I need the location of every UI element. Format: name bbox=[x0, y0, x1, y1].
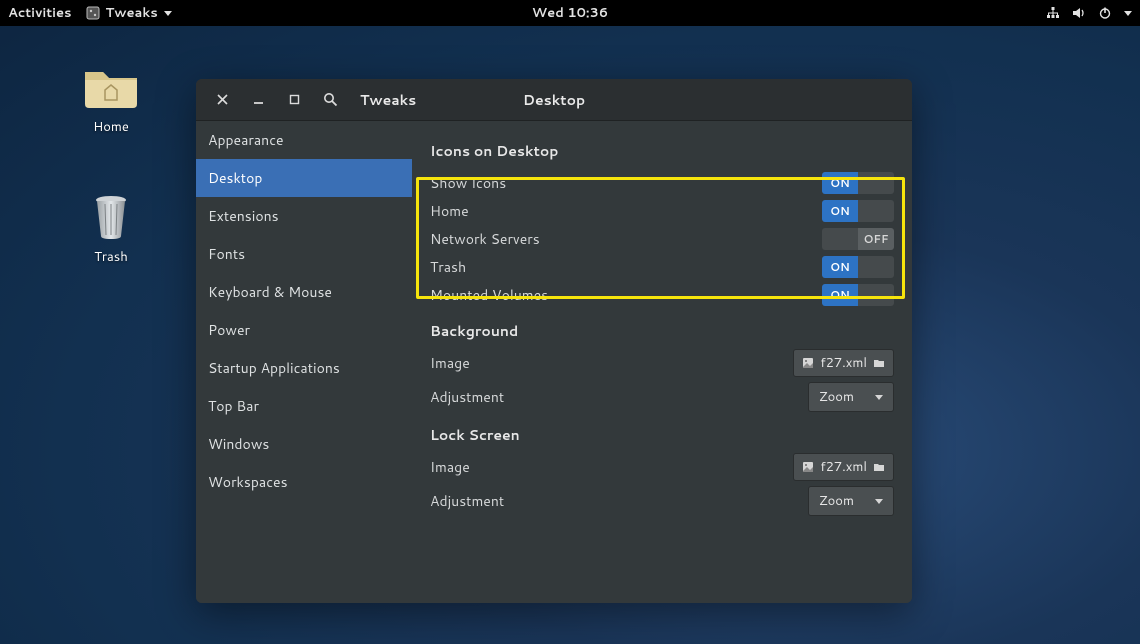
setting-row: Mounted VolumesON bbox=[430, 281, 894, 309]
network-icon bbox=[1046, 6, 1060, 20]
toggle-switch[interactable]: ON bbox=[822, 172, 894, 194]
sidebar-item-fonts[interactable]: Fonts bbox=[196, 235, 412, 273]
ls-image-filename: f27.xml bbox=[820, 458, 867, 476]
sidebar: AppearanceDesktopExtensionsFontsKeyboard… bbox=[196, 121, 412, 603]
setting-row: TrashON bbox=[430, 253, 894, 281]
sidebar-item-desktop[interactable]: Desktop bbox=[196, 159, 412, 197]
app-menu-label: Tweaks bbox=[106, 4, 158, 22]
bg-adjust-select[interactable]: Zoom bbox=[808, 382, 894, 412]
setting-row: Network ServersOFF bbox=[430, 225, 894, 253]
setting-row: HomeON bbox=[430, 197, 894, 225]
bg-image-button[interactable]: f27.xml bbox=[793, 349, 894, 377]
gnome-topbar: Activities Tweaks Wed 10:36 bbox=[0, 0, 1140, 26]
activities-button[interactable]: Activities bbox=[8, 4, 72, 22]
open-folder-icon bbox=[873, 357, 885, 369]
ls-image-button[interactable]: f27.xml bbox=[793, 453, 894, 481]
sidebar-item-keyboard-mouse[interactable]: Keyboard & Mouse bbox=[196, 273, 412, 311]
setting-label: Trash bbox=[430, 257, 822, 277]
page-title: Desktop bbox=[523, 90, 585, 110]
close-icon bbox=[217, 94, 228, 105]
app-title: Tweaks bbox=[360, 90, 416, 110]
file-image-icon bbox=[802, 461, 814, 473]
minimize-icon bbox=[253, 94, 264, 105]
power-icon bbox=[1098, 6, 1112, 20]
toggle-switch[interactable]: ON bbox=[822, 256, 894, 278]
sidebar-item-power[interactable]: Power bbox=[196, 311, 412, 349]
ls-adjust-label: Adjustment bbox=[430, 491, 808, 511]
titlebar: Tweaks Desktop bbox=[196, 79, 912, 121]
minimize-button[interactable] bbox=[250, 92, 266, 108]
chevron-down-icon bbox=[164, 11, 172, 16]
sidebar-item-top-bar[interactable]: Top Bar bbox=[196, 387, 412, 425]
open-folder-icon bbox=[873, 461, 885, 473]
maximize-button[interactable] bbox=[286, 92, 302, 108]
section-title-icons: Icons on Desktop bbox=[430, 141, 894, 161]
setting-label: Show Icons bbox=[430, 173, 822, 193]
clock[interactable]: Wed 10:36 bbox=[532, 4, 608, 22]
sidebar-item-startup-applications[interactable]: Startup Applications bbox=[196, 349, 412, 387]
sidebar-item-appearance[interactable]: Appearance bbox=[196, 121, 412, 159]
toggle-switch[interactable]: OFF bbox=[822, 228, 894, 250]
desktop-icon-trash[interactable]: Trash bbox=[66, 190, 156, 266]
desktop-icon-label: Trash bbox=[66, 248, 156, 266]
setting-label: Network Servers bbox=[430, 229, 822, 249]
ls-adjust-select[interactable]: Zoom bbox=[808, 486, 894, 516]
bg-image-label: Image bbox=[430, 353, 793, 373]
section-title-lockscreen: Lock Screen bbox=[430, 425, 894, 445]
search-button[interactable] bbox=[322, 92, 338, 108]
file-image-icon bbox=[802, 357, 814, 369]
trash-icon bbox=[79, 190, 143, 242]
tweaks-window: Tweaks Desktop AppearanceDesktopExtensio… bbox=[196, 79, 912, 603]
setting-label: Home bbox=[430, 201, 822, 221]
setting-label: Mounted Volumes bbox=[430, 285, 822, 305]
folder-home-icon bbox=[79, 60, 143, 112]
content-pane: Icons on Desktop Show IconsONHomeONNetwo… bbox=[412, 121, 912, 603]
volume-icon bbox=[1072, 6, 1086, 20]
chevron-down-icon bbox=[875, 395, 883, 400]
bg-adjust-label: Adjustment bbox=[430, 387, 808, 407]
setting-row: Show IconsON bbox=[430, 169, 894, 197]
toggle-switch[interactable]: ON bbox=[822, 284, 894, 306]
app-menu[interactable]: Tweaks bbox=[86, 4, 172, 22]
sidebar-item-workspaces[interactable]: Workspaces bbox=[196, 463, 412, 501]
close-button[interactable] bbox=[214, 92, 230, 108]
sidebar-item-extensions[interactable]: Extensions bbox=[196, 197, 412, 235]
desktop-icon-label: Home bbox=[66, 118, 156, 136]
search-icon bbox=[323, 92, 338, 107]
chevron-down-icon bbox=[1124, 11, 1132, 16]
maximize-icon bbox=[289, 94, 300, 105]
ls-adjust-value: Zoom bbox=[819, 492, 854, 510]
sidebar-item-windows[interactable]: Windows bbox=[196, 425, 412, 463]
toggle-switch[interactable]: ON bbox=[822, 200, 894, 222]
section-title-background: Background bbox=[430, 321, 894, 341]
chevron-down-icon bbox=[875, 499, 883, 504]
ls-image-label: Image bbox=[430, 457, 793, 477]
bg-adjust-value: Zoom bbox=[819, 388, 854, 406]
bg-image-filename: f27.xml bbox=[820, 354, 867, 372]
tweaks-icon bbox=[86, 6, 100, 20]
desktop-icon-home[interactable]: Home bbox=[66, 60, 156, 136]
status-area[interactable] bbox=[1046, 6, 1132, 20]
